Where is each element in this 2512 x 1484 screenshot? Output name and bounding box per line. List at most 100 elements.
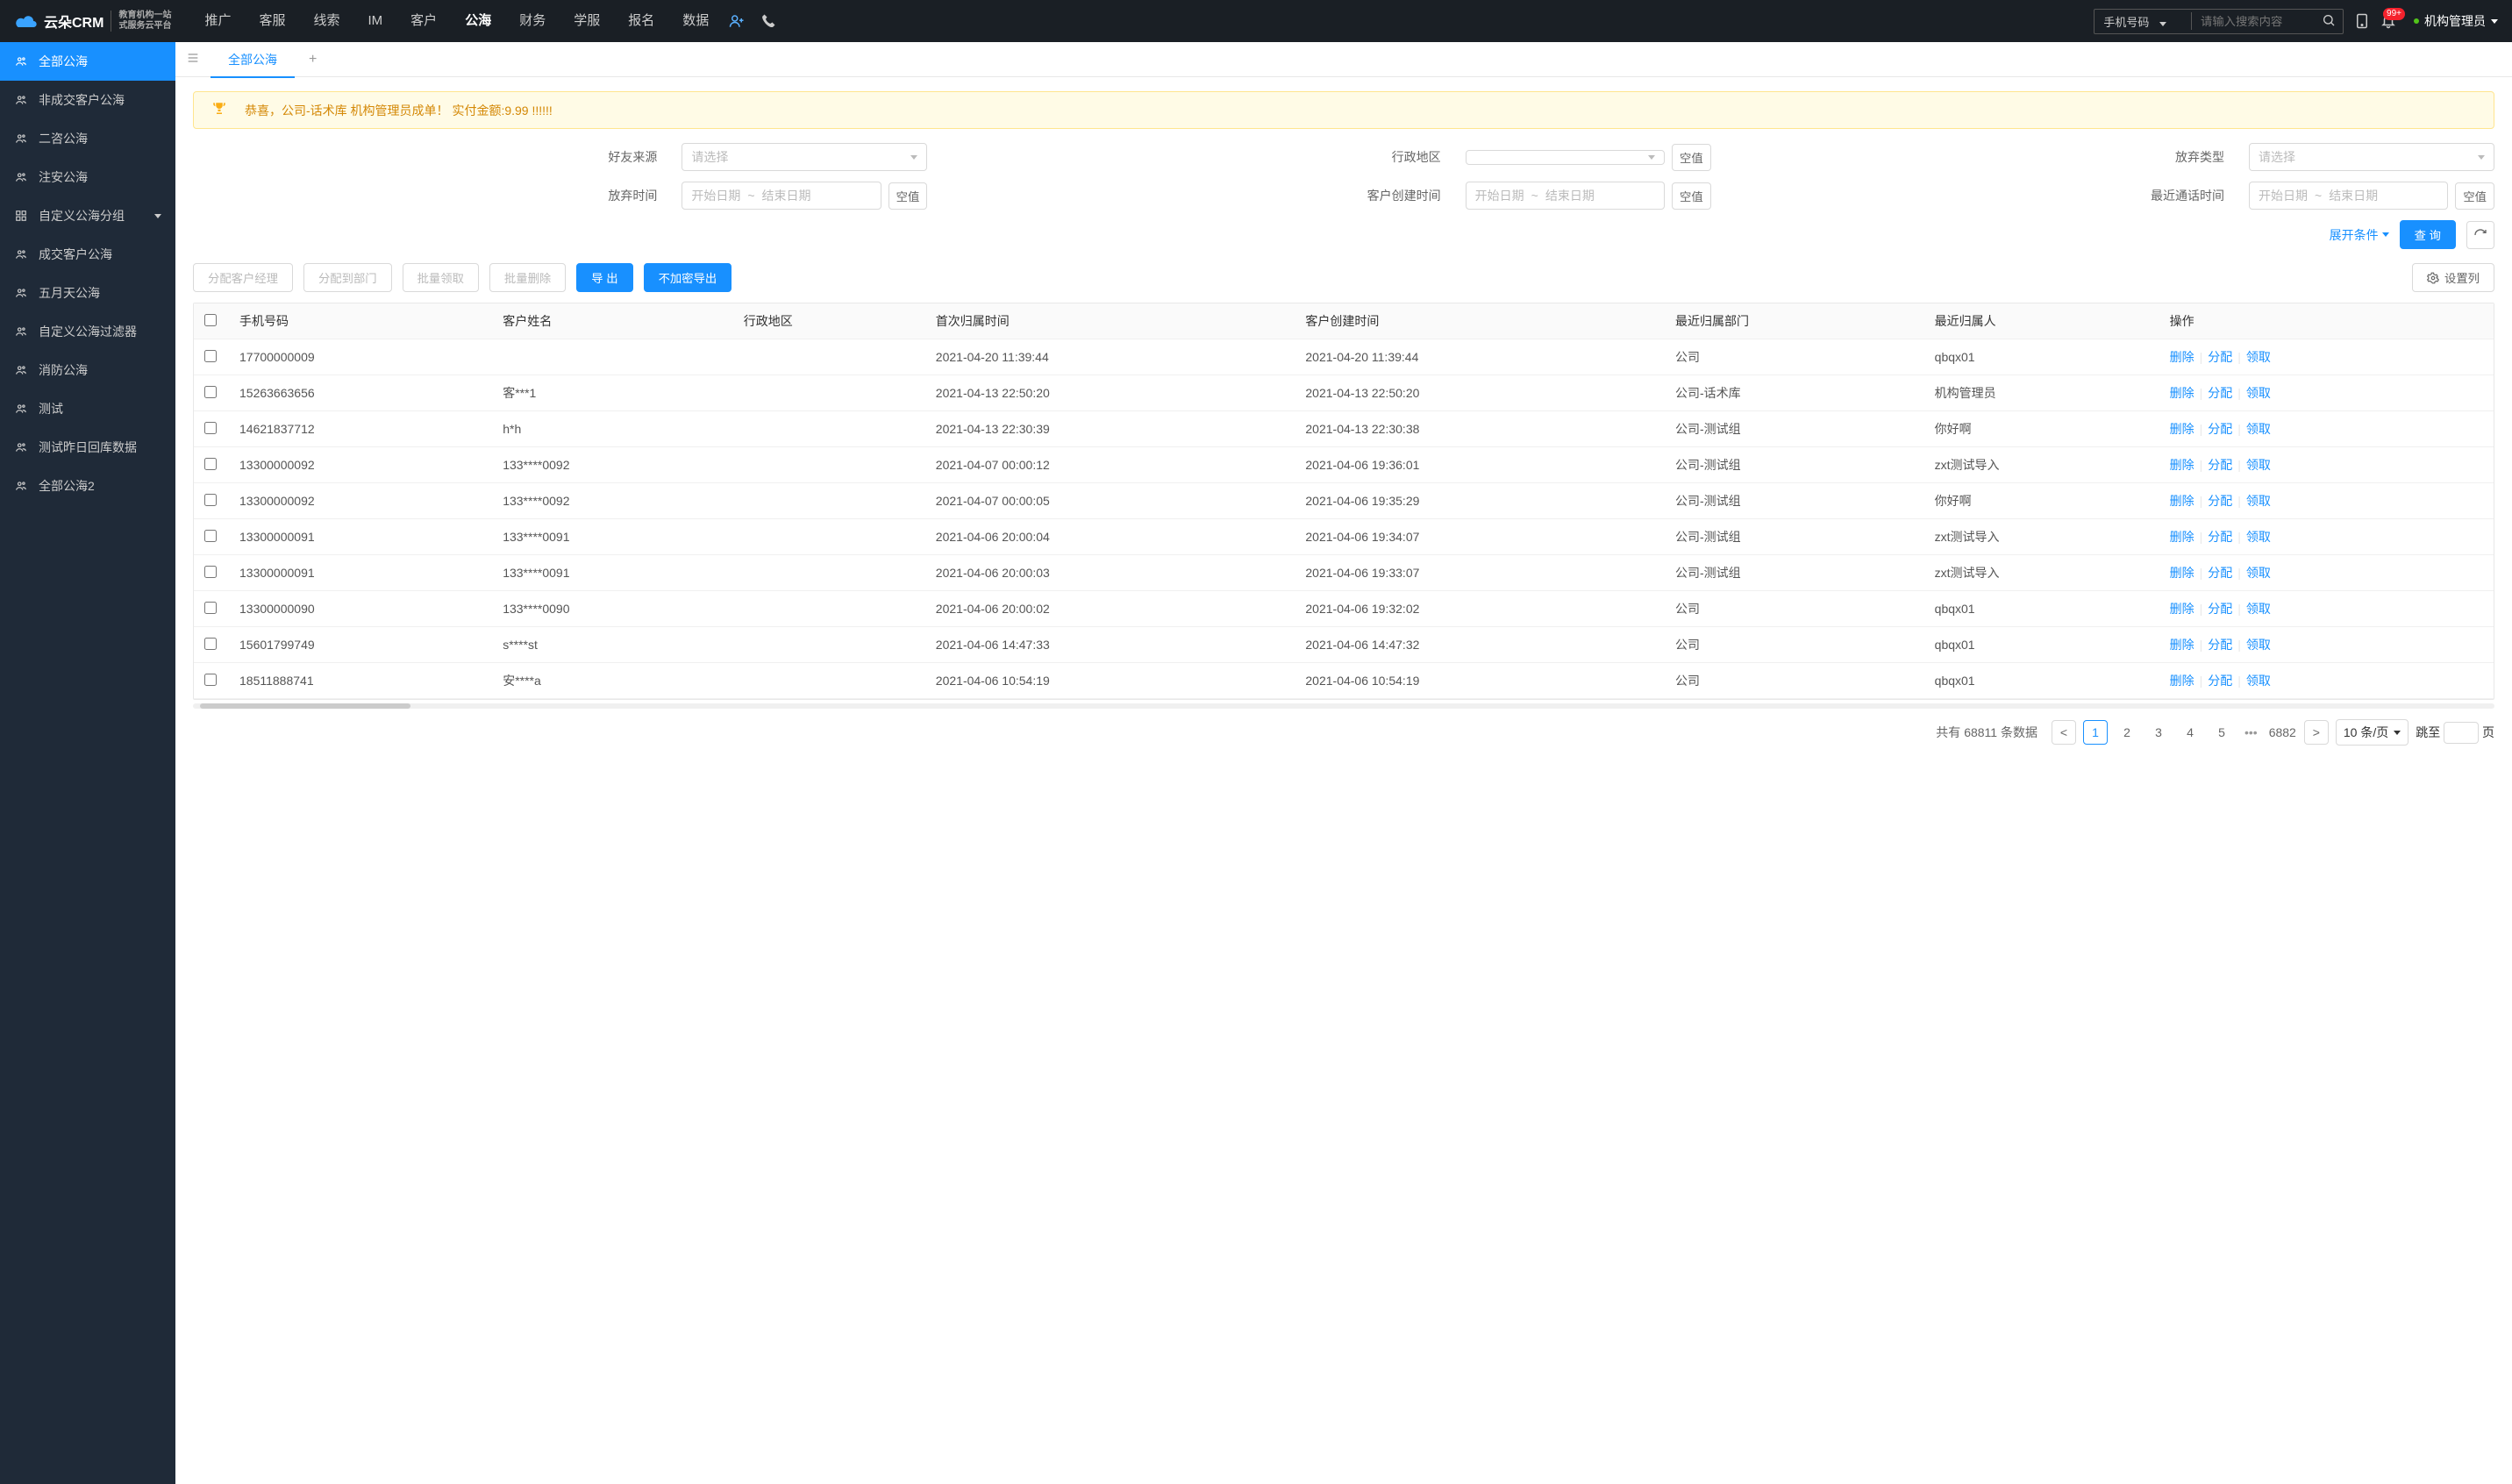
row-checkbox[interactable]: [204, 386, 217, 398]
search-input[interactable]: [2192, 11, 2315, 32]
row-assign-link[interactable]: 分配: [2208, 348, 2232, 366]
nav-item-4[interactable]: 客户: [398, 0, 449, 42]
abandon-time-range[interactable]: 开始日期~结束日期: [682, 182, 881, 210]
row-delete-link[interactable]: 删除: [2170, 528, 2194, 546]
row-delete-link[interactable]: 删除: [2170, 420, 2194, 438]
tab-0[interactable]: 全部公海: [211, 42, 295, 77]
row-claim-link[interactable]: 领取: [2246, 564, 2271, 581]
query-button[interactable]: 查 询: [2400, 220, 2456, 249]
nav-item-3[interactable]: IM: [356, 0, 396, 42]
row-delete-link[interactable]: 删除: [2170, 600, 2194, 617]
user-add-icon[interactable]: [728, 12, 746, 30]
row-claim-link[interactable]: 领取: [2246, 600, 2271, 617]
page-prev-button[interactable]: <: [2052, 720, 2076, 745]
row-checkbox[interactable]: [204, 350, 217, 362]
page-last-button[interactable]: 6882: [2268, 720, 2297, 745]
row-assign-link[interactable]: 分配: [2208, 672, 2232, 689]
sidebar-item-5[interactable]: 成交客户公海: [0, 235, 175, 274]
sidebar-item-7[interactable]: 自定义公海过滤器: [0, 312, 175, 351]
page-next-button[interactable]: >: [2304, 720, 2329, 745]
row-claim-link[interactable]: 领取: [2246, 672, 2271, 689]
assign-manager-button[interactable]: 分配客户经理: [193, 263, 293, 292]
sidebar-item-11[interactable]: 全部公海2: [0, 467, 175, 505]
row-delete-link[interactable]: 删除: [2170, 348, 2194, 366]
phone-icon[interactable]: [760, 12, 777, 30]
tablet-icon[interactable]: [2354, 13, 2370, 29]
refresh-button[interactable]: [2466, 221, 2494, 249]
tab-collapse-icon[interactable]: [175, 51, 211, 68]
row-assign-link[interactable]: 分配: [2208, 636, 2232, 653]
row-checkbox[interactable]: [204, 566, 217, 578]
row-claim-link[interactable]: 领取: [2246, 348, 2271, 366]
row-checkbox[interactable]: [204, 638, 217, 650]
page-number-button[interactable]: 2: [2115, 720, 2139, 745]
row-claim-link[interactable]: 领取: [2246, 384, 2271, 402]
expand-filters-link[interactable]: 展开条件: [2330, 226, 2389, 244]
nav-item-2[interactable]: 线索: [301, 0, 352, 42]
nav-item-8[interactable]: 报名: [616, 0, 667, 42]
bell-icon[interactable]: 99+: [2380, 13, 2396, 29]
page-number-button[interactable]: 3: [2146, 720, 2171, 745]
abandon-time-empty-button[interactable]: 空值: [888, 182, 928, 210]
nav-item-1[interactable]: 客服: [246, 0, 297, 42]
row-claim-link[interactable]: 领取: [2246, 492, 2271, 510]
row-delete-link[interactable]: 删除: [2170, 456, 2194, 474]
row-checkbox[interactable]: [204, 674, 217, 686]
last-call-time-range[interactable]: 开始日期~结束日期: [2249, 182, 2448, 210]
row-assign-link[interactable]: 分配: [2208, 564, 2232, 581]
row-assign-link[interactable]: 分配: [2208, 384, 2232, 402]
sidebar-item-1[interactable]: 非成交客户公海: [0, 81, 175, 119]
page-number-button[interactable]: 4: [2178, 720, 2202, 745]
page-jump-input[interactable]: [2444, 722, 2479, 744]
sidebar-item-2[interactable]: 二咨公海: [0, 119, 175, 158]
region-empty-button[interactable]: 空值: [1672, 144, 1711, 171]
row-assign-link[interactable]: 分配: [2208, 492, 2232, 510]
nav-item-5[interactable]: 公海: [453, 0, 503, 42]
bulk-delete-button[interactable]: 批量删除: [489, 263, 566, 292]
region-select[interactable]: [1466, 150, 1665, 165]
row-assign-link[interactable]: 分配: [2208, 456, 2232, 474]
user-dropdown[interactable]: 机构管理员: [2414, 12, 2498, 30]
row-assign-link[interactable]: 分配: [2208, 600, 2232, 617]
row-delete-link[interactable]: 删除: [2170, 564, 2194, 581]
sidebar-item-3[interactable]: 注安公海: [0, 158, 175, 196]
create-time-range[interactable]: 开始日期~结束日期: [1466, 182, 1665, 210]
row-claim-link[interactable]: 领取: [2246, 528, 2271, 546]
row-assign-link[interactable]: 分配: [2208, 528, 2232, 546]
assign-dept-button[interactable]: 分配到部门: [303, 263, 392, 292]
sidebar-item-4[interactable]: 自定义公海分组: [0, 196, 175, 235]
create-time-empty-button[interactable]: 空值: [1672, 182, 1711, 210]
page-number-button[interactable]: 1: [2083, 720, 2108, 745]
row-delete-link[interactable]: 删除: [2170, 636, 2194, 653]
sidebar-item-10[interactable]: 测试昨日回库数据: [0, 428, 175, 467]
row-delete-link[interactable]: 删除: [2170, 384, 2194, 402]
sidebar-item-0[interactable]: 全部公海: [0, 42, 175, 81]
row-assign-link[interactable]: 分配: [2208, 420, 2232, 438]
row-checkbox[interactable]: [204, 602, 217, 614]
export-button[interactable]: 导 出: [576, 263, 632, 292]
row-delete-link[interactable]: 删除: [2170, 672, 2194, 689]
select-all-checkbox[interactable]: [204, 314, 217, 326]
row-checkbox[interactable]: [204, 422, 217, 434]
export-plain-button[interactable]: 不加密导出: [644, 263, 732, 292]
row-checkbox[interactable]: [204, 530, 217, 542]
row-claim-link[interactable]: 领取: [2246, 456, 2271, 474]
search-type-select[interactable]: 手机号码: [2095, 10, 2191, 33]
last-call-empty-button[interactable]: 空值: [2455, 182, 2494, 210]
tab-add-button[interactable]: +: [295, 52, 331, 68]
nav-item-0[interactable]: 推广: [192, 0, 243, 42]
page-number-button[interactable]: 5: [2209, 720, 2234, 745]
page-size-select[interactable]: 10 条/页: [2336, 719, 2409, 746]
sidebar-item-9[interactable]: 测试: [0, 389, 175, 428]
column-settings-button[interactable]: 设置列: [2412, 263, 2494, 292]
abandon-type-select[interactable]: 请选择: [2249, 143, 2494, 171]
friend-source-select[interactable]: 请选择: [682, 143, 927, 171]
nav-item-7[interactable]: 学服: [561, 0, 612, 42]
row-delete-link[interactable]: 删除: [2170, 492, 2194, 510]
nav-item-6[interactable]: 财务: [507, 0, 558, 42]
row-claim-link[interactable]: 领取: [2246, 420, 2271, 438]
nav-item-9[interactable]: 数据: [670, 0, 721, 42]
bulk-claim-button[interactable]: 批量领取: [403, 263, 479, 292]
row-claim-link[interactable]: 领取: [2246, 636, 2271, 653]
search-icon[interactable]: [2315, 13, 2343, 30]
